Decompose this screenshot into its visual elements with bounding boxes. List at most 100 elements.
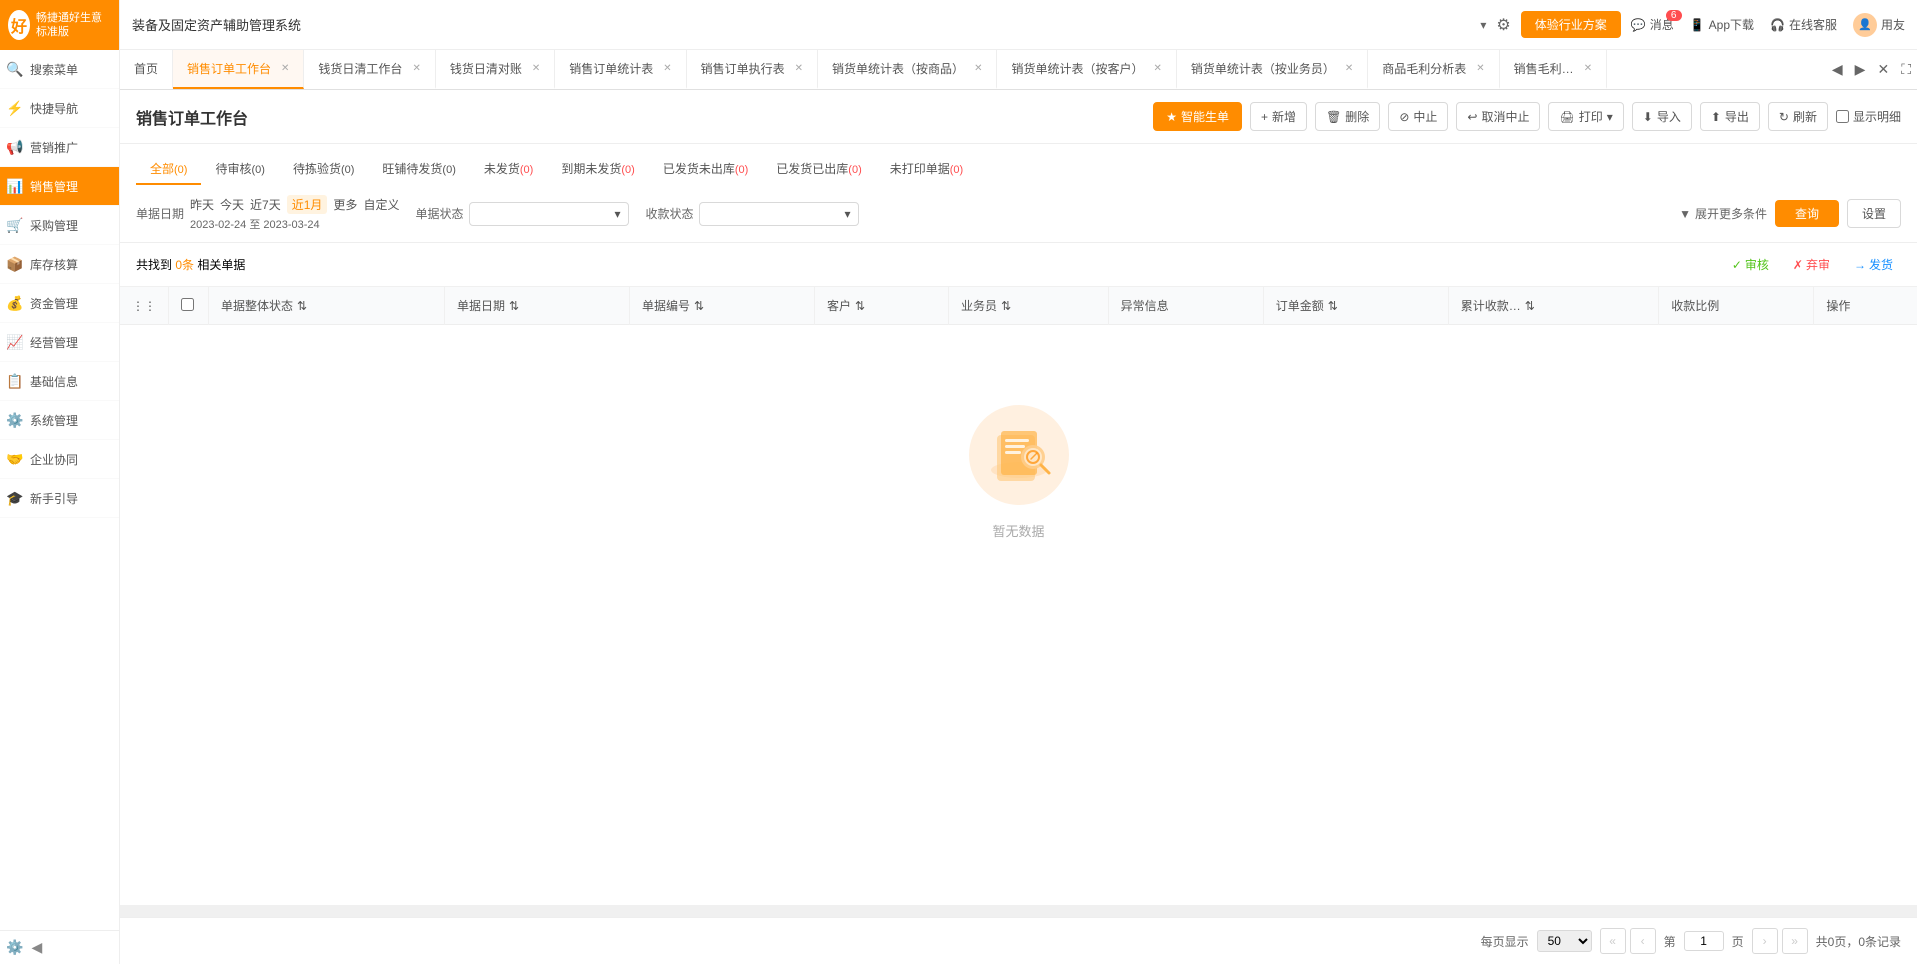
tab-6[interactable]: 销货单统计表（按商品）✕ bbox=[818, 50, 997, 89]
filter-tab-2[interactable]: 待拣验货(0) bbox=[279, 154, 368, 185]
maximize-icon[interactable]: ⛶ bbox=[1895, 61, 1917, 78]
tab-close-9[interactable]: ✕ bbox=[1476, 63, 1484, 74]
tab-nav-prev-btn[interactable]: ◀ bbox=[1826, 61, 1849, 78]
tab-close-1[interactable]: ✕ bbox=[281, 63, 289, 74]
tab-2[interactable]: 钱货日清工作台✕ bbox=[304, 50, 435, 89]
tab-close-6[interactable]: ✕ bbox=[974, 63, 982, 74]
filter-setting-btn[interactable]: 设置 bbox=[1847, 199, 1901, 228]
online-service-btn[interactable]: 🎧 在线客服 bbox=[1770, 16, 1837, 33]
sidebar-item-search[interactable]: 🔍搜索菜单 bbox=[0, 50, 119, 89]
page-input[interactable] bbox=[1684, 931, 1724, 951]
col-amount: 订单金额 ⇅ bbox=[1263, 287, 1448, 325]
tab-close-7[interactable]: ✕ bbox=[1153, 63, 1161, 74]
date-sort-icon[interactable]: ⇅ bbox=[509, 299, 519, 313]
tab-close-5[interactable]: ✕ bbox=[795, 63, 803, 74]
tab-1[interactable]: 销售订单工作台✕ bbox=[173, 50, 304, 89]
number-sort-icon[interactable]: ⇅ bbox=[694, 299, 704, 313]
user-btn[interactable]: 👤 用友 bbox=[1853, 13, 1905, 37]
industry-btn[interactable]: 体验行业方案 bbox=[1521, 11, 1621, 38]
date-link-yesterday[interactable]: 昨天 bbox=[190, 196, 214, 213]
payment-select[interactable]: ▾ bbox=[699, 202, 859, 226]
tab-0[interactable]: 首页 bbox=[120, 50, 173, 89]
app-download-btn[interactable]: 📱 App下载 bbox=[1690, 16, 1754, 33]
query-btn[interactable]: 查询 bbox=[1775, 200, 1839, 227]
sidebar-item-inventory[interactable]: 📦库存核算 bbox=[0, 245, 119, 284]
reject-btn[interactable]: ✗ 弃审 bbox=[1785, 253, 1838, 276]
import-btn[interactable]: ⬇ 导入 bbox=[1632, 102, 1692, 131]
date-link-7days[interactable]: 近7天 bbox=[250, 196, 281, 213]
sidebar-item-tutorial[interactable]: 🎓新手引导 bbox=[0, 479, 119, 518]
sidebar-item-purchase[interactable]: 🛒采购管理 bbox=[0, 206, 119, 245]
date-link-custom[interactable]: 自定义 bbox=[363, 196, 399, 213]
sidebar-item-marketing[interactable]: 📢营销推广 bbox=[0, 128, 119, 167]
tab-9[interactable]: 商品毛利分析表✕ bbox=[1368, 50, 1499, 89]
ship-btn[interactable]: → 发货 bbox=[1846, 253, 1901, 276]
message-btn[interactable]: 💬 消息 6 bbox=[1631, 16, 1674, 33]
filter-tab-6[interactable]: 已发货未出库(0) bbox=[649, 154, 762, 185]
sidebar-item-quick-nav[interactable]: ⚡快捷导航 bbox=[0, 89, 119, 128]
sidebar-item-enterprise[interactable]: 🤝企业协同 bbox=[0, 440, 119, 479]
filter-tab-0[interactable]: 全部(0) bbox=[136, 154, 201, 185]
tab-close-10[interactable]: ✕ bbox=[1584, 63, 1592, 74]
page-prev-btn[interactable]: ‹ bbox=[1630, 928, 1656, 954]
sidebar-item-finance[interactable]: 💰资金管理 bbox=[0, 284, 119, 323]
sidebar-item-operation[interactable]: 📈经营管理 bbox=[0, 323, 119, 362]
tab-close-3[interactable]: ✕ bbox=[532, 63, 540, 74]
horizontal-scrollbar[interactable] bbox=[120, 905, 1917, 917]
tab-7[interactable]: 销货单统计表（按客户）✕ bbox=[997, 50, 1176, 89]
tab-4[interactable]: 销售订单统计表✕ bbox=[555, 50, 686, 89]
topbar-dropdown-icon[interactable]: ▾ bbox=[1480, 18, 1486, 32]
customer-sort-icon[interactable]: ⇅ bbox=[855, 299, 865, 313]
tab-close-4[interactable]: ✕ bbox=[663, 63, 671, 74]
cancel-stop-btn[interactable]: ↩ 取消中止 bbox=[1456, 102, 1540, 131]
detail-toggle[interactable]: 显示明细 bbox=[1836, 108, 1901, 125]
tab-3[interactable]: 钱货日清对账✕ bbox=[436, 50, 555, 89]
tab-10[interactable]: 销售毛利…✕ bbox=[1500, 50, 1607, 89]
sidebar-item-sales[interactable]: 📊销售管理 bbox=[0, 167, 119, 206]
detail-checkbox[interactable] bbox=[1836, 110, 1849, 123]
topbar-settings-icon[interactable]: ⚙ bbox=[1496, 15, 1510, 35]
page-first-btn[interactable]: « bbox=[1600, 928, 1626, 954]
page-next-btn[interactable]: › bbox=[1752, 928, 1778, 954]
approve-btn[interactable]: ✓ 审核 bbox=[1724, 253, 1777, 276]
tab-8[interactable]: 销货单统计表（按业务员）✕ bbox=[1177, 50, 1368, 89]
settings-gear-icon[interactable]: ⚙️ bbox=[6, 939, 23, 956]
status-select[interactable]: ▾ bbox=[469, 202, 629, 226]
date-link-1month[interactable]: 近1月 bbox=[287, 195, 328, 214]
refresh-btn[interactable]: ↻ 刷新 bbox=[1768, 102, 1828, 131]
filter-tab-1[interactable]: 待审核(0) bbox=[201, 154, 278, 185]
sidebar-item-base-info[interactable]: 📋基础信息 bbox=[0, 362, 119, 401]
collected-sort-icon[interactable]: ⇅ bbox=[1525, 299, 1535, 313]
amount-sort-icon[interactable]: ⇅ bbox=[1328, 299, 1338, 313]
page-of-label: 页 bbox=[1728, 933, 1748, 950]
filter-tab-4[interactable]: 未发货(0) bbox=[470, 154, 547, 185]
sort-icon[interactable]: ⇅ bbox=[297, 299, 307, 313]
add-btn[interactable]: + 新增 bbox=[1250, 102, 1307, 131]
expand-more-btn[interactable]: ▼ 展开更多条件 bbox=[1679, 205, 1767, 222]
inventory-icon: 📦 bbox=[6, 255, 24, 273]
filter-tab-3[interactable]: 旺铺待发货(0) bbox=[368, 154, 469, 185]
ai-create-btn[interactable]: ★ 智能生单 bbox=[1153, 102, 1242, 131]
salesman-sort-icon[interactable]: ⇅ bbox=[1001, 299, 1011, 313]
delete-btn[interactable]: 🗑 删除 bbox=[1315, 102, 1380, 131]
page-last-btn[interactable]: » bbox=[1782, 928, 1808, 954]
filter-tab-7[interactable]: 已发货已出库(0) bbox=[762, 154, 875, 185]
export-btn[interactable]: ⬆ 导出 bbox=[1700, 102, 1760, 131]
tab-5[interactable]: 销售订单执行表✕ bbox=[687, 50, 818, 89]
page-size-select[interactable]: 10 20 50 100 bbox=[1537, 930, 1592, 952]
tab-close-2[interactable]: ✕ bbox=[412, 63, 420, 74]
sidebar-item-system[interactable]: ⚙️系统管理 bbox=[0, 401, 119, 440]
collapse-icon[interactable]: ◀ bbox=[31, 939, 42, 956]
print-btn[interactable]: 🖨 打印 ▾ bbox=[1548, 102, 1623, 131]
date-link-more[interactable]: 更多 bbox=[333, 196, 357, 213]
filter-tab-8[interactable]: 未打印单据(0) bbox=[876, 154, 977, 185]
page-title: 销售订单工作台 bbox=[136, 105, 248, 129]
status-filter: 单据状态 ▾ bbox=[415, 202, 629, 226]
date-link-today[interactable]: 今天 bbox=[220, 196, 244, 213]
tab-close-8[interactable]: ✕ bbox=[1345, 63, 1353, 74]
tab-nav-next-btn[interactable]: ▶ bbox=[1849, 61, 1872, 78]
stop-btn[interactable]: ⊘ 中止 bbox=[1388, 102, 1448, 131]
filter-tab-5[interactable]: 到期未发货(0) bbox=[547, 154, 648, 185]
close-all-tabs-icon[interactable]: ✕ bbox=[1871, 61, 1895, 78]
select-all-checkbox[interactable] bbox=[181, 298, 194, 311]
